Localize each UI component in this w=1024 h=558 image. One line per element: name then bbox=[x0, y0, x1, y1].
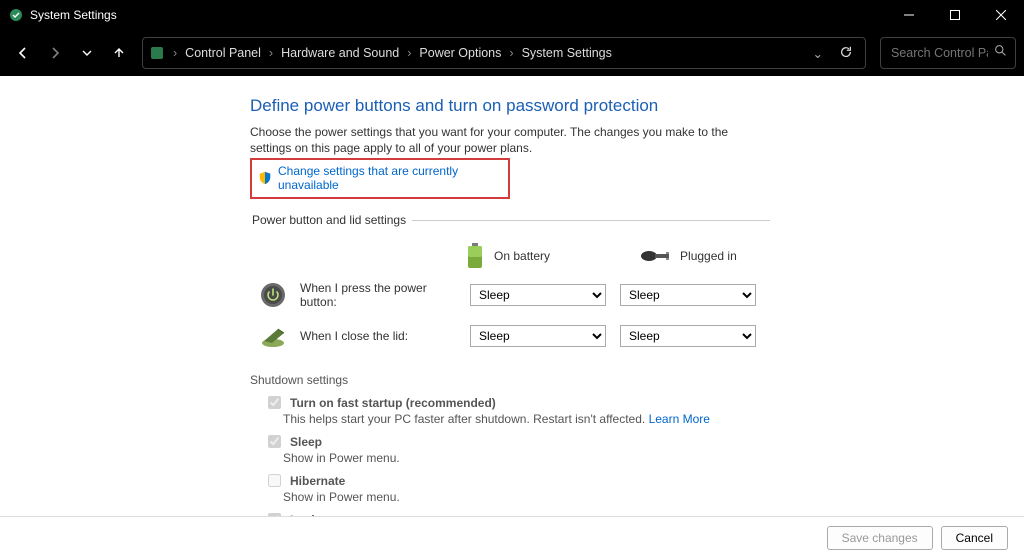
address-bar[interactable]: › Control Panel › Hardware and Sound › P… bbox=[142, 37, 866, 69]
lid-battery-select[interactable]: Sleep bbox=[470, 325, 606, 347]
power-button-plugged-select[interactable]: Sleep bbox=[620, 284, 756, 306]
nav-bar: › Control Panel › Hardware and Sound › P… bbox=[0, 30, 1024, 76]
breadcrumb-item[interactable]: System Settings bbox=[518, 44, 616, 62]
cancel-button[interactable]: Cancel bbox=[941, 526, 1008, 550]
shutdown-section-legend: Shutdown settings bbox=[250, 373, 770, 387]
fast-startup-title: Turn on fast startup (recommended) bbox=[290, 396, 496, 410]
fast-startup-sub: This helps start your PC faster after sh… bbox=[283, 412, 645, 426]
power-button-icon bbox=[260, 282, 286, 308]
search-box[interactable] bbox=[880, 37, 1016, 69]
minimize-button[interactable] bbox=[886, 0, 932, 30]
shield-icon bbox=[258, 171, 272, 185]
chevron-right-icon: › bbox=[267, 46, 275, 60]
change-settings-link[interactable]: Change settings that are currently unava… bbox=[278, 164, 502, 192]
title-bar: System Settings bbox=[0, 0, 1024, 30]
up-button[interactable] bbox=[104, 38, 134, 68]
forward-button[interactable] bbox=[40, 38, 70, 68]
hibernate-checkbox[interactable] bbox=[268, 474, 281, 487]
search-input[interactable] bbox=[889, 45, 990, 61]
window-title: System Settings bbox=[30, 8, 886, 22]
power-section-legend: Power button and lid settings bbox=[250, 213, 412, 227]
chevron-right-icon: › bbox=[171, 46, 179, 60]
breadcrumb-item[interactable]: Hardware and Sound bbox=[277, 44, 403, 62]
lid-close-label: When I close the lid: bbox=[300, 329, 456, 343]
search-icon bbox=[994, 44, 1007, 62]
footer: Save changes Cancel bbox=[0, 516, 1024, 558]
on-battery-label: On battery bbox=[494, 249, 550, 263]
lid-icon bbox=[260, 323, 286, 349]
recent-button[interactable] bbox=[72, 38, 102, 68]
power-button-label: When I press the power button: bbox=[300, 281, 456, 309]
app-icon bbox=[8, 7, 24, 23]
sleep-title: Sleep bbox=[290, 435, 322, 449]
battery-icon bbox=[466, 243, 484, 269]
page-heading: Define power buttons and turn on passwor… bbox=[250, 96, 770, 116]
refresh-button[interactable] bbox=[829, 45, 859, 62]
sleep-sub: Show in Power menu. bbox=[283, 451, 770, 465]
chevron-right-icon: › bbox=[507, 46, 515, 60]
learn-more-link[interactable]: Learn More bbox=[649, 412, 710, 426]
shutdown-item-sleep: Sleep Show in Power menu. bbox=[264, 432, 770, 465]
breadcrumb-item[interactable]: Power Options bbox=[415, 44, 505, 62]
close-button[interactable] bbox=[978, 0, 1024, 30]
save-button[interactable]: Save changes bbox=[827, 526, 933, 550]
back-button[interactable] bbox=[8, 38, 38, 68]
power-button-battery-select[interactable]: Sleep bbox=[470, 284, 606, 306]
power-button-row: When I press the power button: Sleep Sle… bbox=[250, 281, 770, 309]
chevron-down-icon[interactable]: ⌄ bbox=[809, 46, 827, 61]
content-area: Define power buttons and turn on passwor… bbox=[0, 76, 1024, 516]
shutdown-item-fast-startup: Turn on fast startup (recommended) This … bbox=[264, 393, 770, 426]
fast-startup-checkbox[interactable] bbox=[268, 396, 281, 409]
shutdown-item-hibernate: Hibernate Show in Power menu. bbox=[264, 471, 770, 504]
chevron-right-icon: › bbox=[405, 46, 413, 60]
plug-icon bbox=[640, 249, 670, 263]
plugged-in-label: Plugged in bbox=[680, 249, 737, 263]
lid-plugged-select[interactable]: Sleep bbox=[620, 325, 756, 347]
control-panel-icon bbox=[149, 45, 165, 61]
breadcrumb-item[interactable]: Control Panel bbox=[181, 44, 265, 62]
page-description: Choose the power settings that you want … bbox=[250, 124, 770, 156]
lid-close-row: When I close the lid: Sleep Sleep bbox=[250, 323, 770, 349]
hibernate-title: Hibernate bbox=[290, 474, 345, 488]
maximize-button[interactable] bbox=[932, 0, 978, 30]
change-settings-highlight: Change settings that are currently unava… bbox=[250, 158, 510, 199]
power-button-section: Power button and lid settings On battery… bbox=[250, 213, 770, 363]
sleep-checkbox[interactable] bbox=[268, 435, 281, 448]
hibernate-sub: Show in Power menu. bbox=[283, 490, 770, 504]
